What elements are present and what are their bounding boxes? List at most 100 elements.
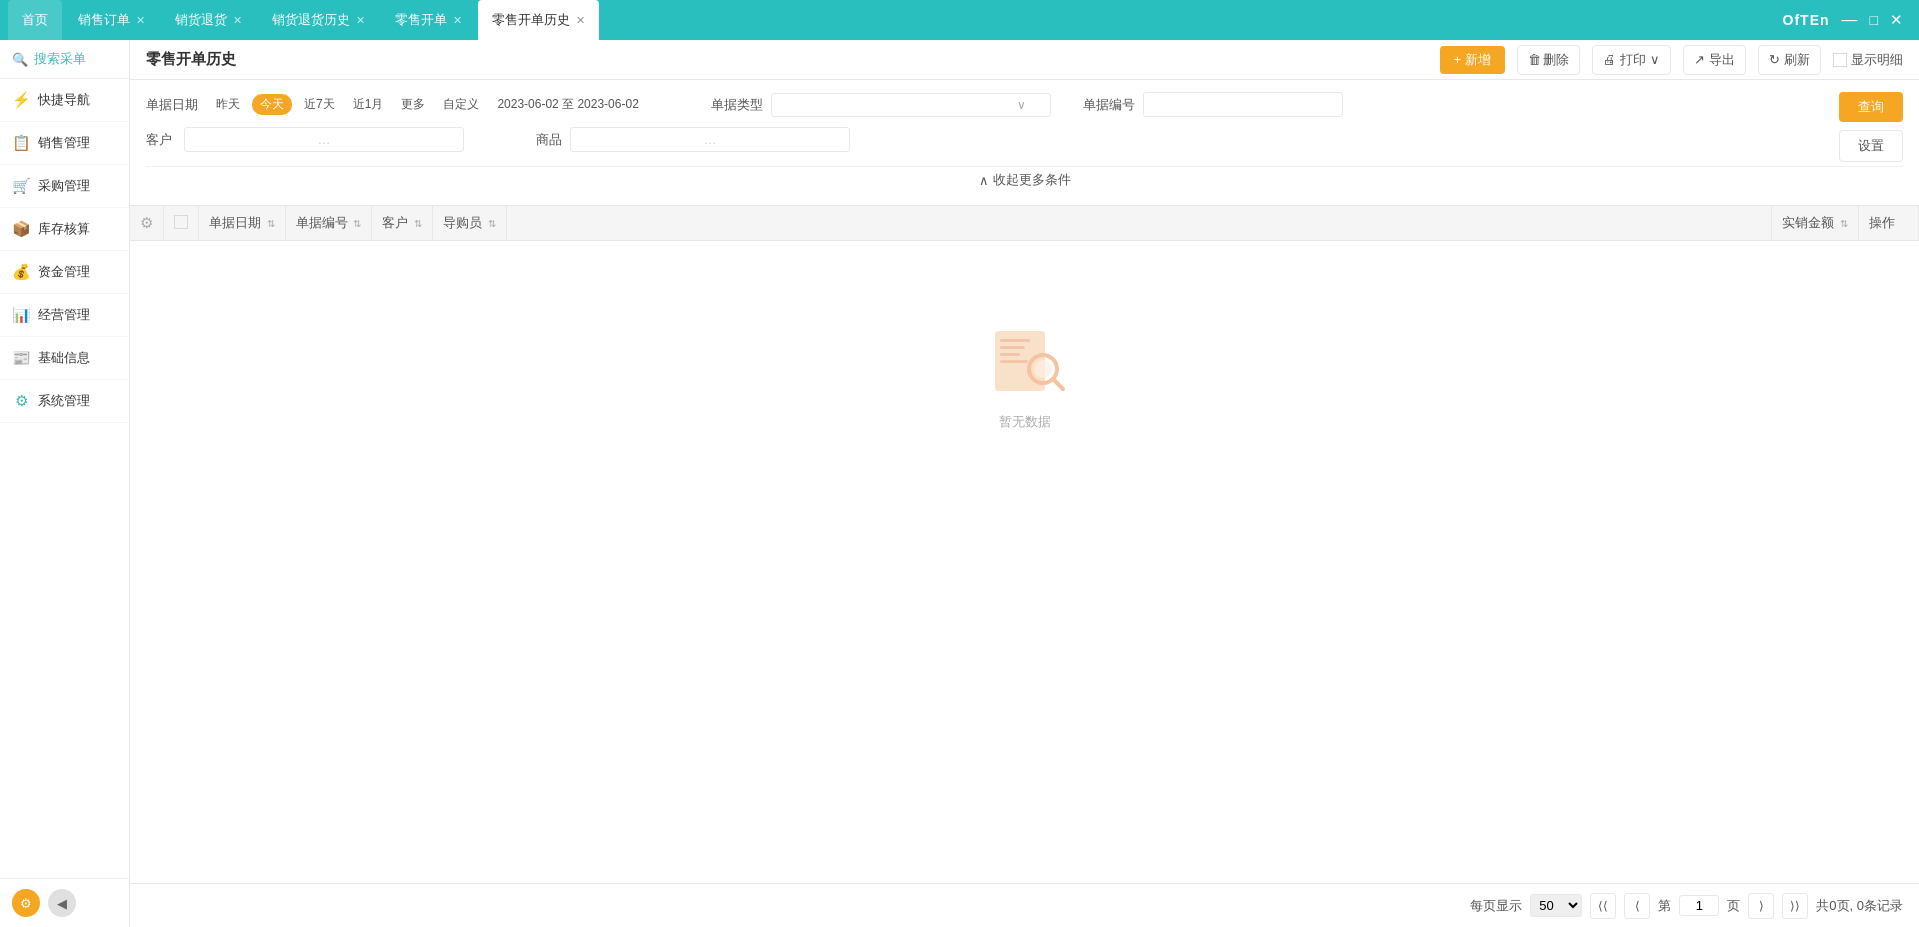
date-shortcut-today[interactable]: 今天 [252, 94, 292, 115]
col-customer[interactable]: 客户 ⇅ [372, 206, 433, 241]
sidebar-item-operations-mgmt[interactable]: 📊经营管理 [0, 294, 129, 337]
sidebar-item-quick-nav[interactable]: ⚡快捷导航 [0, 79, 129, 122]
customer-dots: … [318, 132, 331, 147]
table-checkbox-header[interactable] [164, 206, 199, 241]
last-page-btn[interactable]: ⟩⟩ [1782, 893, 1808, 919]
sidebar-bottom: ⚙ ◀ [0, 878, 129, 927]
sidebar-collapse-button[interactable]: ◀ [48, 889, 76, 917]
tab-retail-open-history[interactable]: 零售开单历史✕ [478, 0, 599, 40]
tab-home[interactable]: 首页 [8, 0, 62, 40]
sidebar-icon-inventory: 📦 [12, 220, 30, 238]
tab-close-sales-return-history[interactable]: ✕ [356, 14, 365, 27]
col-amount[interactable]: 实销金额 ⇅ [1772, 206, 1859, 241]
goods-input[interactable]: … [570, 127, 850, 152]
print-dropdown-icon[interactable]: ∨ [1650, 52, 1660, 67]
customer-input[interactable]: … [184, 127, 464, 152]
delete-button[interactable]: 🗑 删除 [1517, 45, 1580, 75]
sidebar-search-label: 搜索采单 [34, 50, 86, 68]
sidebar: 🔍 搜索采单 ⚡快捷导航📋销售管理🛒采购管理 📦 库存核算 💰资金管理📊经营管理📰基础… [0, 40, 130, 927]
sidebar-icon-finance-mgmt: 💰 [12, 263, 30, 281]
refresh-button[interactable]: ↻ 刷新 [1758, 45, 1821, 75]
minimize-btn[interactable]: — [1842, 11, 1858, 29]
filter-actions: 查询 设置 [1839, 92, 1903, 162]
add-button[interactable]: + 新增 [1440, 46, 1505, 74]
page-title: 零售开单历史 [146, 50, 236, 69]
col-date[interactable]: 单据日期 ⇅ [199, 206, 286, 241]
query-button[interactable]: 查询 [1839, 92, 1903, 122]
print-button[interactable]: 🖨 打印 ∨ [1592, 45, 1671, 75]
svg-rect-4 [1000, 360, 1028, 363]
sidebar-gear-button[interactable]: ⚙ [12, 889, 40, 917]
sidebar-item-basic-info[interactable]: 📰基础信息 [0, 337, 129, 380]
next-page-btn[interactable]: ⟩ [1748, 893, 1774, 919]
select-all-checkbox[interactable] [174, 215, 188, 229]
page-label: 第 [1658, 897, 1671, 915]
top-bar: 首页销售订单✕销货退货✕销货退货历史✕零售开单✕零售开单历史✕ OfTEn — … [0, 0, 1919, 40]
tab-close-sales-order[interactable]: ✕ [136, 14, 145, 27]
bill-no-input[interactable] [1143, 92, 1343, 117]
maximize-btn[interactable]: □ [1870, 12, 1878, 28]
tab-close-retail-open-history[interactable]: ✕ [576, 14, 585, 27]
close-btn[interactable]: ✕ [1890, 11, 1903, 29]
export-icon: ↗ [1694, 52, 1705, 67]
date-shortcut-custom[interactable]: 自定义 [437, 94, 485, 115]
bill-type-select[interactable]: ∨ [771, 93, 1051, 117]
date-shortcut-yesterday[interactable]: 昨天 [210, 94, 246, 115]
tab-label-retail-open: 零售开单 [395, 11, 447, 29]
page-size-label: 每页显示 [1470, 897, 1522, 915]
date-shortcut-last7[interactable]: 近7天 [298, 94, 341, 115]
tab-sales-return[interactable]: 销货退货 ✕ [161, 0, 256, 40]
sidebar-item-inventory[interactable]: 📦 库存核算 [0, 208, 129, 251]
tab-label-sales-return: 销货退货 [175, 11, 227, 29]
col-salesperson-sort-icon[interactable]: ⇅ [488, 218, 496, 229]
col-bill-no-sort-icon[interactable]: ⇅ [353, 218, 361, 229]
more-conditions-toggle[interactable]: ∧ 收起更多条件 [146, 166, 1903, 193]
table-settings-header[interactable]: ⚙ [130, 206, 164, 241]
col-bill-no[interactable]: 单据编号 ⇅ [285, 206, 372, 241]
setting-button[interactable]: 设置 [1839, 130, 1903, 162]
col-date-label: 单据日期 [209, 215, 261, 230]
col-customer-label: 客户 [382, 215, 408, 230]
date-shortcuts: 昨天今天近7天近1月更多自定义 [210, 94, 485, 115]
table-gear-icon[interactable]: ⚙ [140, 214, 153, 231]
tab-sales-order[interactable]: 销售订单 ✕ [64, 0, 159, 40]
date-filter-label: 单据日期 [146, 96, 198, 114]
toolbar-actions: + 新增 🗑 删除 🖨 打印 ∨ ↗ 导出 ↻ 刷新 [1440, 45, 1903, 75]
date-shortcut-last_month[interactable]: 近1月 [347, 94, 390, 115]
main-layout: 🔍 搜索采单 ⚡快捷导航📋销售管理🛒采购管理 📦 库存核算 💰资金管理📊经营管理📰基础… [0, 40, 1919, 927]
data-table: ⚙ 单据日期 ⇅ 单据编号 ⇅ [130, 206, 1919, 241]
sidebar-label-inventory: 库存核算 [38, 220, 90, 238]
tab-label-sales-order: 销售订单 [78, 11, 130, 29]
export-button[interactable]: ↗ 导出 [1683, 45, 1746, 75]
col-date-sort-icon[interactable]: ⇅ [267, 218, 275, 229]
show-detail-label: 显示明细 [1851, 51, 1903, 69]
sidebar-search[interactable]: 🔍 搜索采单 [0, 40, 129, 79]
col-salesperson-label: 导购员 [443, 215, 482, 230]
col-amount-sort-icon[interactable]: ⇅ [1840, 218, 1848, 229]
svg-rect-1 [1000, 339, 1030, 342]
prev-page-btn[interactable]: ⟨ [1624, 893, 1650, 919]
tab-retail-open[interactable]: 零售开单 ✕ [381, 0, 476, 40]
date-shortcut-more[interactable]: 更多 [395, 94, 431, 115]
tab-close-sales-return[interactable]: ✕ [233, 14, 242, 27]
empty-icon [975, 321, 1075, 401]
refresh-icon: ↻ [1769, 52, 1780, 67]
sidebar-item-sales-mgmt[interactable]: 📋销售管理 [0, 122, 129, 165]
sidebar-icon-sales-mgmt: 📋 [12, 134, 30, 152]
sidebar-item-system-mgmt[interactable]: ⚙系统管理 [0, 380, 129, 423]
tab-sales-return-history[interactable]: 销货退货历史✕ [258, 0, 379, 40]
page-input[interactable] [1679, 895, 1719, 916]
tab-close-retail-open[interactable]: ✕ [453, 14, 462, 27]
page-size-select[interactable]: 102050100 [1530, 894, 1582, 917]
sidebar-item-purchase-mgmt[interactable]: 🛒采购管理 [0, 165, 129, 208]
col-salesperson[interactable]: 导购员 ⇅ [432, 206, 506, 241]
show-detail-toggle[interactable]: 显示明细 [1833, 51, 1903, 69]
sidebar-label-system-mgmt: 系统管理 [38, 392, 90, 410]
svg-point-6 [1034, 360, 1052, 378]
print-icon: 🖨 [1603, 52, 1616, 67]
first-page-btn[interactable]: ⟨⟨ [1590, 893, 1616, 919]
col-customer-sort-icon[interactable]: ⇅ [414, 218, 422, 229]
show-detail-checkbox[interactable] [1833, 53, 1847, 67]
sidebar-label-basic-info: 基础信息 [38, 349, 90, 367]
sidebar-item-finance-mgmt[interactable]: 💰资金管理 [0, 251, 129, 294]
